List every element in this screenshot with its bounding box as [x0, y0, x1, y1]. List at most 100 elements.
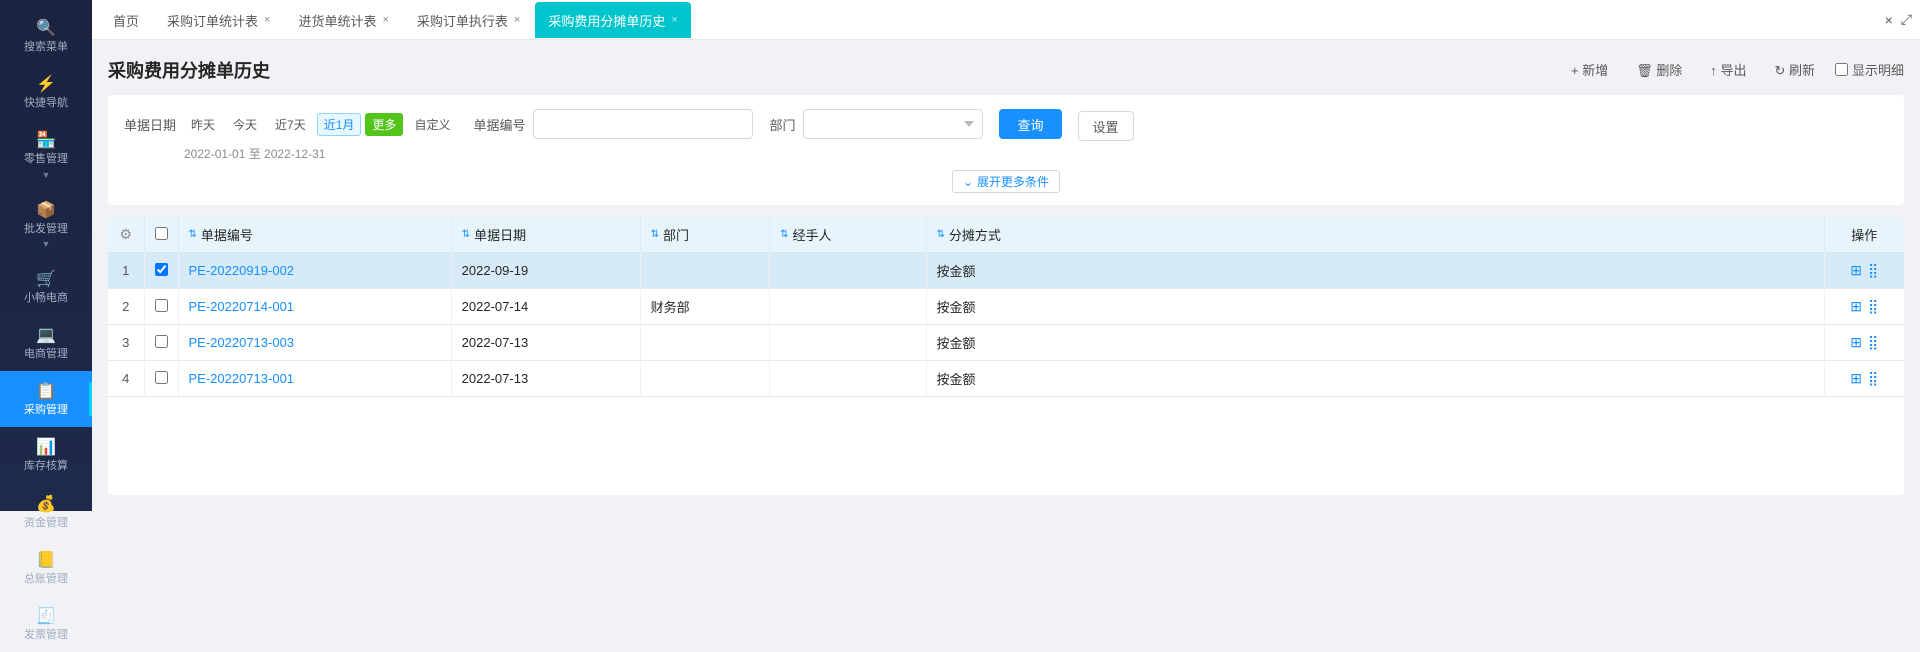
date-label: 单据日期 [124, 115, 176, 134]
refresh-button[interactable]: ↻ 刷新 [1766, 56, 1823, 83]
select-all-checkbox[interactable] [155, 227, 168, 240]
tab-label-purchase-goods-stats: 进货单统计表 [298, 11, 376, 30]
page-header: 采购费用分摊单历史 + 新增 🗑 删除 ↑ 导出 ↻ 刷新 显示明细 [108, 56, 1904, 83]
row-num-4: 4 [108, 361, 144, 397]
tab-purchase-order-stats[interactable]: 采购订单统计表 × [154, 2, 283, 38]
sidebar-label-finance: 资金管理 [24, 517, 68, 530]
cell-split-3: 按金额 [926, 325, 1824, 361]
toolbar: + 新增 🗑 删除 ↑ 导出 ↻ 刷新 显示明细 [1563, 56, 1904, 83]
doc-no-input[interactable] [533, 109, 753, 139]
arrow-icon-retail: ▼ [42, 170, 51, 180]
quick-btn-5[interactable]: 自定义 [407, 113, 457, 136]
doc-no-label: 单据编号 [473, 115, 525, 134]
tab-close-purchase-order-exec[interactable]: × [514, 14, 520, 26]
op-more-3[interactable]: ⣿ [1868, 334, 1878, 351]
tab-label-purchase-order-stats: 采购订单统计表 [167, 11, 258, 30]
settings-col-icon[interactable]: ⚙ [119, 226, 132, 242]
op-more-4[interactable]: ⣿ [1868, 370, 1878, 387]
sidebar-icon-account: 📒 [36, 550, 56, 570]
sidebar-item-ecom-small[interactable]: 🛒 小畅电商 [0, 259, 92, 315]
quick-btn-0[interactable]: 昨天 [184, 113, 222, 136]
search-row-1: 单据日期 昨天今天近7天近1月更多自定义 单据编号 部门 财务部 查询 [124, 107, 1888, 141]
table-body: 1 PE-20220919-002 2022-09-19 按金额 ⊞ ⣿ 2 [108, 253, 1904, 397]
sidebar-item-purchase[interactable]: 📋 采购管理 [0, 371, 92, 427]
sidebar-item-inventory[interactable]: 📊 库存核算 [0, 427, 92, 483]
sidebar-icon-retail: 🏪 [36, 130, 56, 150]
doc-no-link-2[interactable]: PE-20220714-001 [189, 299, 295, 314]
row-check-1[interactable] [155, 263, 168, 276]
row-check-2[interactable] [155, 299, 168, 312]
op-edit-4[interactable]: ⊞ [1850, 370, 1862, 387]
sidebar-item-account[interactable]: 📒 总账管理 [0, 540, 92, 596]
quick-btn-3[interactable]: 近1月 [317, 113, 362, 136]
dept-select[interactable]: 财务部 [803, 109, 983, 139]
sidebar-icon-inventory: 📊 [36, 437, 56, 457]
expand-label: 展开更多条件 [977, 173, 1049, 190]
op-edit-3[interactable]: ⊞ [1850, 334, 1862, 351]
dept-label: 部门 [769, 115, 795, 134]
tab-close-purchase-order-stats[interactable]: × [264, 14, 270, 26]
table-row: 4 PE-20220713-001 2022-07-13 按金额 ⊞ ⣿ [108, 361, 1904, 397]
col-op: 操作 [1824, 217, 1904, 253]
doc-no-link-3[interactable]: PE-20220713-003 [189, 335, 295, 350]
sidebar-label-invoice: 发票管理 [24, 629, 68, 642]
tab-purchase-order-exec[interactable]: 采购订单执行表 × [404, 2, 533, 38]
col-checkbox-header [144, 217, 178, 253]
doc-no-link-4[interactable]: PE-20220713-001 [189, 371, 295, 386]
doc-no-field: 单据编号 [473, 109, 753, 139]
show-cols-checkbox[interactable] [1835, 63, 1848, 76]
arrow-icon-wholesale: ▼ [42, 239, 51, 249]
sidebar-item-search[interactable]: 🔍 搜索菜单 [0, 8, 92, 64]
cell-dept-2: 财务部 [640, 289, 770, 325]
quick-btn-1[interactable]: 今天 [226, 113, 264, 136]
quick-btn-4[interactable]: 更多 [365, 113, 403, 136]
data-table: ⚙ ⇅单据编号 ⇅单据日期 ⇅部门 [108, 217, 1904, 397]
cell-handler-1 [770, 253, 926, 289]
expand-button[interactable]: ⌄ 展开更多条件 [952, 170, 1060, 193]
sort-icon-doc-date: ⇅ [462, 229, 470, 240]
sidebar-item-finance[interactable]: 💰 资金管理 [0, 484, 92, 540]
table-wrap: ⚙ ⇅单据编号 ⇅单据日期 ⇅部门 [108, 217, 1904, 495]
search-button[interactable]: 查询 [999, 109, 1061, 139]
tab-home[interactable]: 首页 [100, 2, 152, 38]
export-button[interactable]: ↑ 导出 [1702, 56, 1754, 83]
close-window-icon[interactable]: × [1885, 12, 1893, 28]
col-doc-date: ⇅单据日期 [451, 217, 640, 253]
col-doc-no-label: 单据编号 [201, 225, 253, 244]
tab-purchase-fee-history[interactable]: 采购费用分摊单历史× [535, 2, 690, 38]
header-row: ⚙ ⇅单据编号 ⇅单据日期 ⇅部门 [108, 217, 1904, 253]
tab-close-purchase-fee-history[interactable]: × [671, 14, 677, 26]
delete-button[interactable]: 🗑 删除 [1628, 56, 1690, 83]
cell-handler-3 [770, 325, 926, 361]
row-checkbox-1 [144, 253, 178, 289]
tab-label-purchase-order-exec: 采购订单执行表 [417, 11, 508, 30]
op-more-2[interactable]: ⣿ [1868, 298, 1878, 315]
row-check-4[interactable] [155, 371, 168, 384]
doc-no-link-1[interactable]: PE-20220919-002 [189, 263, 295, 278]
tab-purchase-goods-stats[interactable]: 进货单统计表 × [285, 2, 401, 38]
row-check-3[interactable] [155, 335, 168, 348]
sidebar-label-search: 搜索菜单 [24, 41, 68, 54]
expand-window-icon[interactable]: ⤢ [1901, 11, 1912, 28]
cell-doc-no-4: PE-20220713-001 [178, 361, 451, 397]
settings-button[interactable]: 设置 [1078, 111, 1134, 141]
cell-op-2: ⊞ ⣿ [1824, 289, 1904, 325]
row-checkbox-2 [144, 289, 178, 325]
quick-btn-2[interactable]: 近7天 [268, 113, 313, 136]
sidebar-icon-quick: ⚡ [36, 74, 56, 94]
sidebar-item-quick[interactable]: ⚡ 快捷导航 [0, 64, 92, 120]
sidebar-label-wholesale: 批发管理 [24, 223, 68, 236]
col-handler: ⇅经手人 [770, 217, 926, 253]
op-edit-1[interactable]: ⊞ [1850, 262, 1862, 279]
sidebar-item-invoice[interactable]: 🧾 发票管理 [0, 596, 92, 652]
sidebar-item-wholesale[interactable]: 📦 批发管理 ▼ [0, 190, 92, 259]
tab-close-purchase-goods-stats[interactable]: × [382, 14, 388, 26]
cell-doc-no-3: PE-20220713-003 [178, 325, 451, 361]
sidebar-item-retail[interactable]: 🏪 零售管理 ▼ [0, 120, 92, 189]
sidebar-label-purchase: 采购管理 [24, 404, 68, 417]
op-edit-2[interactable]: ⊞ [1850, 298, 1862, 315]
add-button[interactable]: + 新增 [1563, 56, 1616, 83]
sidebar-item-ecom[interactable]: 💻 电商管理 [0, 315, 92, 371]
row-num-2: 2 [108, 289, 144, 325]
op-more-1[interactable]: ⣿ [1868, 262, 1878, 279]
